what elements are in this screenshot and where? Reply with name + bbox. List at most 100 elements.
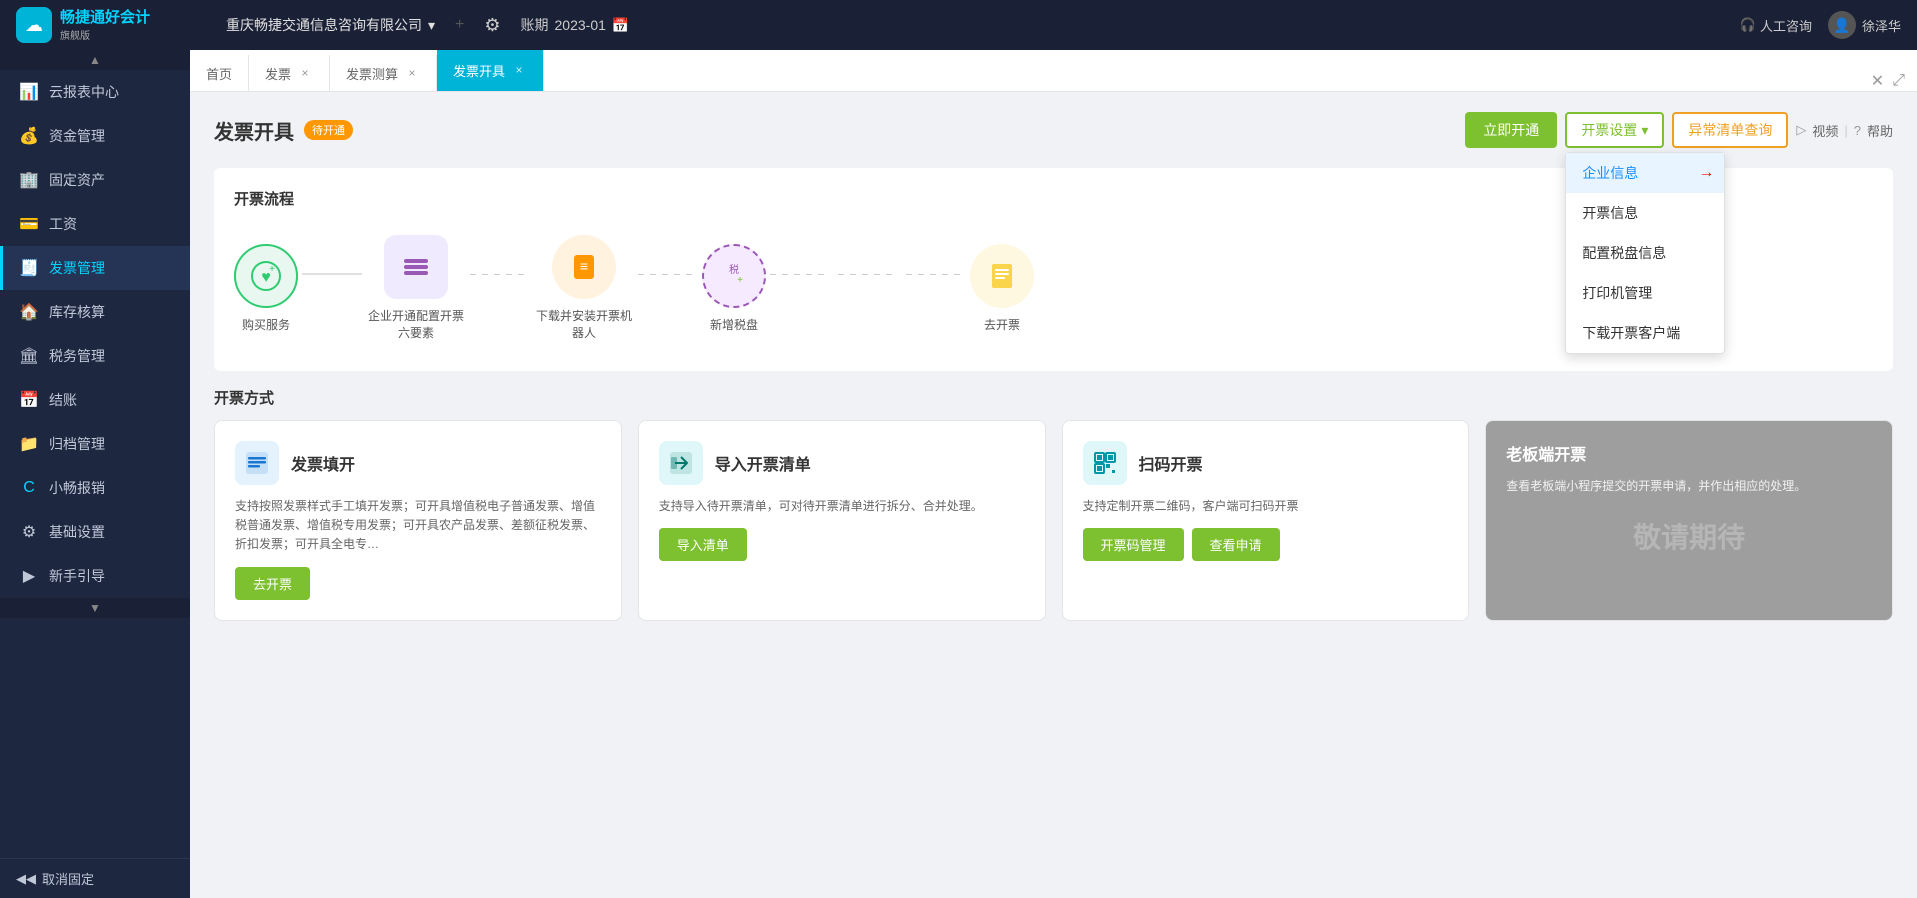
step-config-icon — [384, 235, 448, 299]
period-area: 账期 2023-01 📅 — [521, 15, 630, 35]
settings-btn-label: 开票设置 — [1581, 120, 1637, 140]
sidebar-item-guide[interactable]: ▶ 新手引导 — [0, 554, 190, 598]
cloud-report-icon: 📊 — [19, 82, 39, 102]
import-list-btn[interactable]: 导入清单 — [659, 528, 747, 561]
headset-icon: 🎧 — [1740, 17, 1756, 33]
step-connector-4 — [770, 274, 830, 275]
sidebar-item-archive[interactable]: 📁 归档管理 — [0, 422, 190, 466]
video-help-area: ▷ 视频 | ? 帮助 — [1796, 121, 1893, 140]
expense-icon: C — [19, 478, 39, 498]
tab-invoice-close[interactable]: × — [297, 65, 313, 81]
tab-bar-right: ✕ ⤢ — [1859, 71, 1917, 91]
page-actions: 立即开通 开票设置 ▾ 企业信息 → — [1465, 112, 1893, 148]
video-play-icon[interactable]: ▷ — [1796, 122, 1806, 138]
printer-label: 打印机管理 — [1582, 283, 1652, 303]
video-label[interactable]: 视频 — [1812, 121, 1838, 140]
settings-chevron-icon: ▾ — [1641, 122, 1648, 139]
method-scan-header: 扫码开票 — [1083, 441, 1449, 485]
fund-icon: 💰 — [19, 126, 39, 146]
sidebar-label-invoice: 发票管理 — [49, 258, 105, 278]
tab-invoice-issue-close[interactable]: × — [511, 62, 527, 78]
close-accounts-icon: 📅 — [19, 390, 39, 410]
step-config: 企业开通配置开票六要素 — [366, 235, 466, 341]
sidebar-label-fixed-assets: 固定资产 — [49, 170, 105, 190]
step-download-icon: ≡ — [552, 235, 616, 299]
method-scan: 扫码开票 支持定制开票二维码，客户端可扫码开票 开票码管理 查看申请 — [1062, 420, 1470, 621]
tab-invoice-calc-close[interactable]: × — [404, 65, 420, 81]
method-fill-icon — [235, 441, 279, 485]
qr-manage-btn[interactable]: 开票码管理 — [1083, 528, 1184, 561]
guide-icon: ▶ — [19, 566, 39, 586]
sidebar-item-invoice[interactable]: 🧾 发票管理 — [0, 246, 190, 290]
sidebar-bottom: ◀◀ 取消固定 — [0, 858, 190, 898]
tab-invoice-issue[interactable]: 发票开具 × — [437, 50, 544, 91]
header-divider: + — [455, 16, 464, 34]
step-connector-5 — [838, 274, 898, 275]
step-disk-label: 新增税盘 — [710, 316, 758, 333]
sidebar-scroll-up[interactable]: ▲ — [0, 50, 190, 70]
sidebar-item-payroll[interactable]: 💳 工资 — [0, 202, 190, 246]
activate-btn[interactable]: 立即开通 — [1465, 112, 1557, 148]
user-avatar: 👤 — [1828, 11, 1856, 39]
company-selector[interactable]: 重庆畅捷交通信息咨询有限公司 ▾ — [218, 11, 443, 39]
tab-invoice-label: 发票 — [265, 64, 291, 83]
tab-invoice-calc[interactable]: 发票测算 × — [330, 55, 437, 91]
tab-invoice[interactable]: 发票 × — [249, 55, 330, 91]
sidebar-item-expense[interactable]: C 小畅报销 — [0, 466, 190, 510]
method-fill-desc: 支持按照发票样式手工填开发票；可开具增值税电子普通发票、增值税普通发票、增值税专… — [235, 497, 601, 555]
step-download: ≡ 下载并安装开票机器人 — [534, 235, 634, 341]
calendar-icon: 📅 — [612, 17, 629, 34]
tax-icon: 🏛 — [19, 346, 39, 366]
sidebar-item-settings[interactable]: ⚙ 基础设置 — [0, 510, 190, 554]
scan-buttons: 开票码管理 查看申请 — [1083, 528, 1449, 561]
app-edition: 旗舰版 — [60, 27, 150, 42]
dropdown-download-client[interactable]: 下载开票客户端 — [1566, 313, 1724, 353]
app-logo-icon: ☁ — [16, 7, 52, 43]
tab-expand-icon[interactable]: ⤢ — [1892, 72, 1905, 90]
sidebar-item-inventory[interactable]: 🏠 库存核算 — [0, 290, 190, 334]
sidebar-label-payroll: 工资 — [49, 214, 77, 234]
method-import: 导入开票清单 支持导入待开票清单，可对待开票清单进行拆分、合并处理。 导入清单 — [638, 420, 1046, 621]
sidebar-label-cloud-report: 云报表中心 — [49, 82, 119, 102]
dropdown-invoice-info[interactable]: 开票信息 — [1566, 193, 1724, 233]
sidebar-scroll-down[interactable]: ▼ — [0, 598, 190, 618]
sidebar-item-cloud-report[interactable]: 📊 云报表中心 — [0, 70, 190, 114]
fill-invoice-btn[interactable]: 去开票 — [235, 567, 310, 600]
boss-overlay-text: 敬请期待 — [1506, 516, 1872, 556]
separator: | — [1844, 123, 1847, 138]
user-btn[interactable]: 👤 徐泽华 — [1828, 11, 1901, 39]
anomaly-btn[interactable]: 异常清单查询 — [1672, 112, 1788, 148]
tab-close-all-icon[interactable]: ✕ — [1871, 71, 1884, 91]
step-buy-label: 购买服务 — [242, 316, 290, 333]
company-info-label: 企业信息 — [1582, 163, 1638, 183]
sidebar-item-fixed-assets[interactable]: 🏢 固定资产 — [0, 158, 190, 202]
cancel-pin-btn[interactable]: ◀◀ 取消固定 — [0, 859, 190, 898]
method-scan-title: 扫码开票 — [1139, 451, 1203, 475]
sidebar-item-tax[interactable]: 🏛 税务管理 — [0, 334, 190, 378]
tab-home[interactable]: 首页 — [190, 55, 249, 91]
main-layout: ▲ 📊 云报表中心 💰 资金管理 🏢 固定资产 💳 工资 🧾 发票管理 🏠 库存… — [0, 50, 1917, 898]
help-label[interactable]: 帮助 — [1867, 121, 1893, 140]
dropdown-printer[interactable]: 打印机管理 — [1566, 273, 1724, 313]
top-header: ☁ 畅捷通好会计 旗舰版 重庆畅捷交通信息咨询有限公司 ▾ + ⚙ 账期 202… — [0, 0, 1917, 50]
dropdown-company-info[interactable]: 企业信息 → — [1566, 153, 1724, 193]
method-fill-header: 发票填开 — [235, 441, 601, 485]
step-connector-1 — [302, 273, 362, 275]
invoice-info-label: 开票信息 — [1582, 203, 1638, 223]
step-buy-icon: ♥+ — [234, 244, 298, 308]
pin-icon: ◀◀ — [16, 871, 36, 887]
period-label-text: 账期 — [521, 15, 549, 35]
user-name: 徐泽华 — [1862, 16, 1901, 35]
sidebar-item-fund[interactable]: 💰 资金管理 — [0, 114, 190, 158]
method-boss: 老板端开票 查看老板端小程序提交的开票申请，并作出相应的处理。 敬请期待 — [1485, 420, 1893, 621]
dropdown-tax-disk[interactable]: 配置税盘信息 — [1566, 233, 1724, 273]
view-application-btn[interactable]: 查看申请 — [1192, 528, 1280, 561]
service-btn[interactable]: 🎧 人工咨询 — [1740, 16, 1812, 35]
settings-btn[interactable]: 开票设置 ▾ — [1565, 112, 1664, 148]
sidebar-label-guide: 新手引导 — [49, 566, 105, 586]
settings-header-btn[interactable]: ⚙ — [476, 11, 508, 40]
method-scan-desc: 支持定制开票二维码，客户端可扫码开票 — [1083, 497, 1449, 516]
step-connector-2 — [470, 274, 530, 275]
method-import-title: 导入开票清单 — [715, 451, 811, 475]
sidebar-item-close[interactable]: 📅 结账 — [0, 378, 190, 422]
